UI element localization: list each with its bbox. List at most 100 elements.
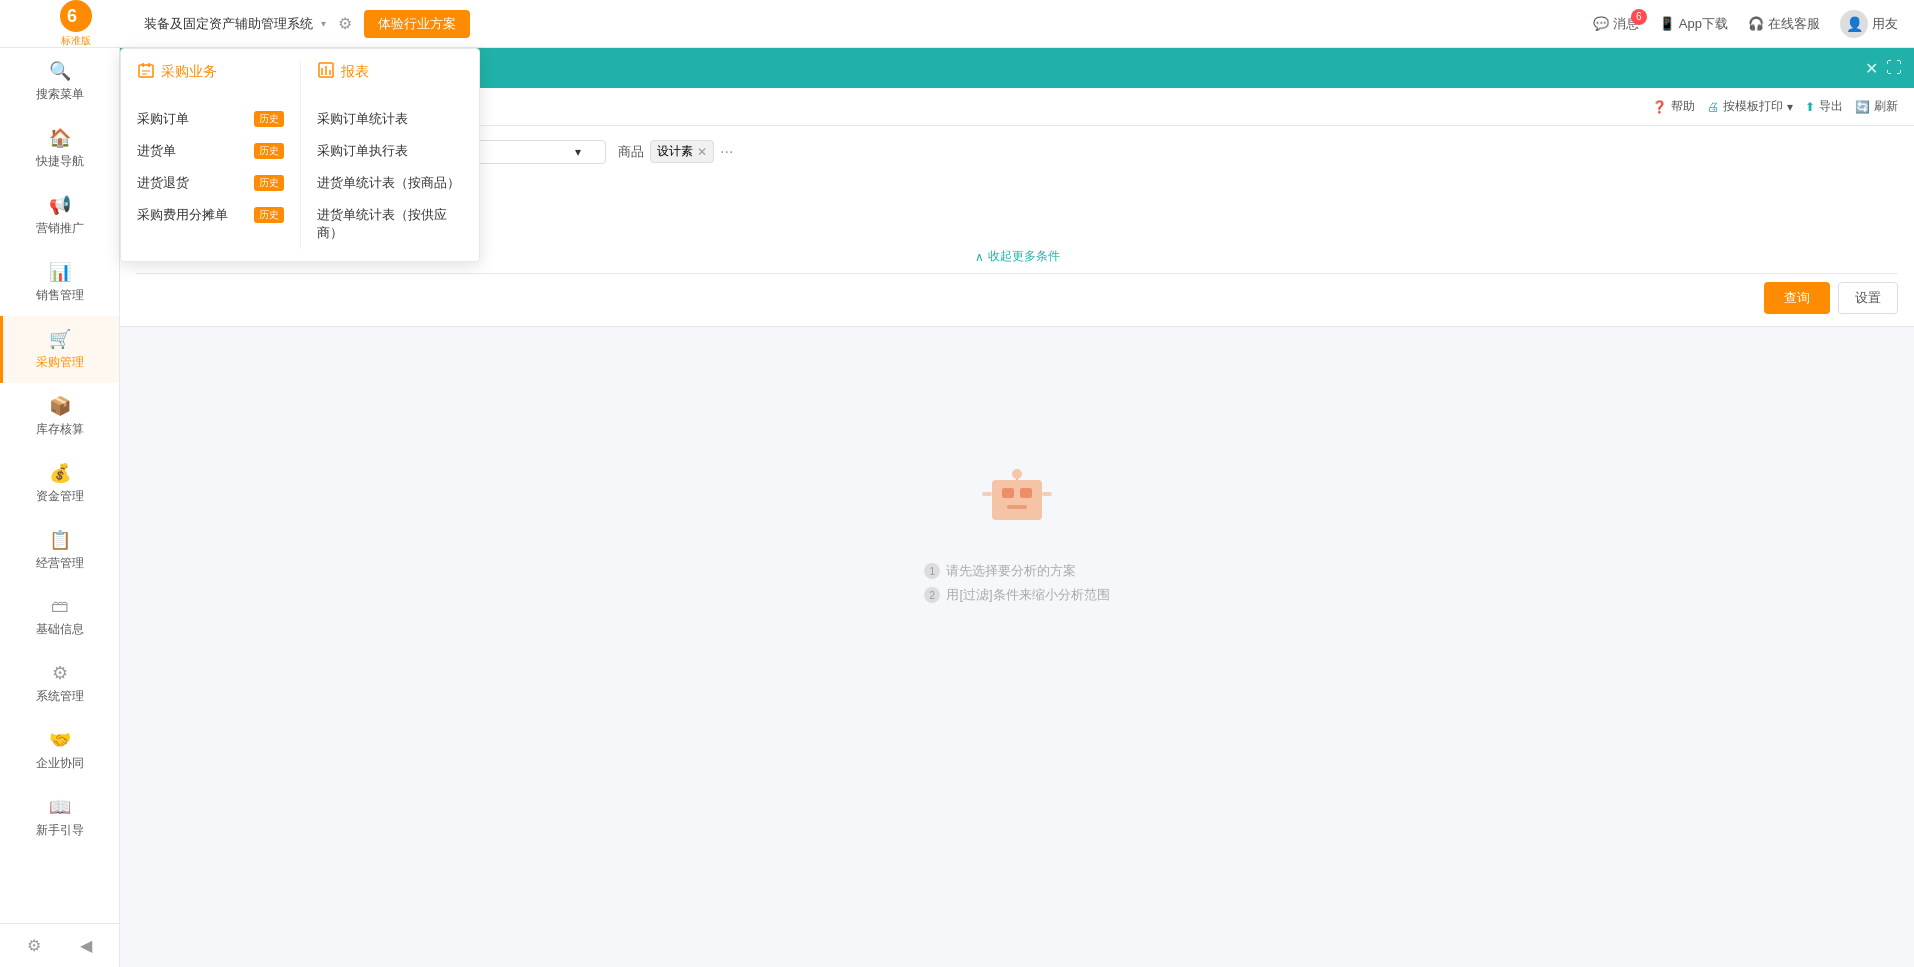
svg-rect-3: [1020, 488, 1032, 498]
sidebar-item-capital[interactable]: 💰 资金管理: [0, 450, 119, 517]
query-button[interactable]: 查询: [1764, 282, 1830, 314]
svg-rect-6: [1042, 492, 1052, 496]
basic-icon: 🗃: [51, 596, 69, 617]
svg-text:6: 6: [67, 6, 77, 26]
tip-num-1: 1: [924, 563, 940, 579]
industry-btn[interactable]: 体验行业方案: [364, 10, 470, 38]
logo-text: 标准版: [61, 34, 91, 48]
tip-num-2: 2: [924, 587, 940, 603]
tab-fullscreen-icon[interactable]: ⛶: [1886, 59, 1902, 77]
sidebar-collapse-btn[interactable]: ◀: [72, 932, 100, 959]
help-icon: ❓: [1652, 100, 1667, 114]
dropdown-item-expense[interactable]: 采购费用分摊单 历史: [137, 199, 284, 231]
app-download-action[interactable]: 📱 App下载: [1659, 15, 1728, 33]
user-action[interactable]: 👤 用友: [1840, 10, 1898, 38]
sidebar-item-marketing[interactable]: 📢 营销推广: [0, 182, 119, 249]
dropdown-menu: 采购业务 采购订单 历史 进货单 历史 进货退货 历史 采购费用分摊单 历史: [120, 48, 480, 262]
online-service-action[interactable]: 🎧 在线客服: [1748, 15, 1820, 33]
purchase-col-title: 采购业务: [137, 61, 284, 91]
svg-rect-4: [1007, 505, 1027, 509]
dropdown-overlay: 采购业务 采购订单 历史 进货单 历史 进货退货 历史 采购费用分摊单 历史: [120, 48, 480, 262]
message-icon: 💬: [1593, 16, 1609, 31]
collab-icon: 🤝: [49, 729, 71, 751]
purchase-business-col: 采购业务 采购订单 历史 进货单 历史 进货退货 历史 采购费用分摊单 历史: [121, 61, 300, 249]
settings-icon[interactable]: ⚙: [338, 14, 352, 33]
print-action[interactable]: 🖨 按模板打印 ▾: [1707, 98, 1793, 115]
system-icon: ⚙: [52, 662, 68, 684]
purchase-col-icon: [137, 61, 155, 83]
sidebar-item-sales[interactable]: 📊 销售管理: [0, 249, 119, 316]
sidebar-item-system[interactable]: ⚙ 系统管理: [0, 650, 119, 717]
dropdown-item-order-exec[interactable]: 采购订单执行表: [317, 135, 464, 167]
sidebar-item-collab[interactable]: 🤝 企业协同: [0, 717, 119, 784]
sidebar-item-basic[interactable]: 🗃 基础信息: [0, 584, 119, 650]
print-dropdown-icon: ▾: [1787, 100, 1793, 114]
report-col-icon: [317, 61, 335, 83]
dropdown-arrow-icon[interactable]: ▾: [321, 18, 326, 29]
sidebar-settings-btn[interactable]: ⚙: [19, 932, 49, 959]
headset-icon: 🎧: [1748, 16, 1764, 31]
sidebar-item-search[interactable]: 🔍 搜索菜单: [0, 48, 119, 115]
guide-icon: 📖: [49, 796, 71, 818]
dropdown-item-incoming-supplier[interactable]: 进货单统计表（按供应商）: [317, 199, 464, 249]
sidebar-item-guide[interactable]: 📖 新手引导: [0, 784, 119, 851]
report-col-title: 报表: [317, 61, 464, 91]
goods-tag-close[interactable]: ✕: [697, 145, 707, 159]
sidebar-item-nav[interactable]: 🏠 快捷导航: [0, 115, 119, 182]
collapse-icon: ∧: [975, 250, 984, 264]
settings-button[interactable]: 设置: [1838, 282, 1898, 314]
message-badge: 6: [1631, 9, 1647, 25]
avatar: 👤: [1840, 10, 1868, 38]
refresh-icon: 🔄: [1855, 100, 1870, 114]
dropdown-item-incoming[interactable]: 进货单 历史: [137, 135, 284, 167]
export-action[interactable]: ⬆ 导出: [1805, 98, 1843, 115]
dropdown-item-return[interactable]: 进货退货 历史: [137, 167, 284, 199]
svg-point-7: [1012, 469, 1022, 479]
marketing-icon: 📢: [49, 194, 71, 216]
search-icon: 🔍: [49, 60, 71, 82]
export-icon: ⬆: [1805, 100, 1815, 114]
sidebar-item-inventory[interactable]: 📦 库存核算: [0, 383, 119, 450]
history-badge-1: 历史: [254, 143, 284, 159]
history-badge-3: 历史: [254, 207, 284, 223]
goods-filter-group: 商品 设计素 ✕ ···: [618, 140, 733, 163]
dropdown-item-order-stat[interactable]: 采购订单统计表: [317, 103, 464, 135]
svg-rect-5: [982, 492, 992, 496]
dropdown-item-incoming-goods[interactable]: 进货单统计表（按商品）: [317, 167, 464, 199]
empty-state: 1 请先选择要分析的方案 2 用[过滤]条件来缩小分析范围: [120, 327, 1914, 727]
home-icon: 🏠: [49, 127, 71, 149]
phone-icon: 📱: [1659, 16, 1675, 31]
tab-close-all-icon[interactable]: ✕: [1865, 59, 1878, 78]
collapse-btn[interactable]: ∧ 收起更多条件: [975, 248, 1060, 265]
logo-icon: 6: [60, 0, 92, 32]
sales-icon: 📊: [49, 261, 71, 283]
system-title: 装备及固定资产辅助管理系统: [144, 15, 313, 33]
header-right: 💬 消息 6 📱 App下载 🎧 在线客服 👤 用友: [1593, 10, 1898, 38]
tab-bar-right: ✕ ⛶: [1865, 59, 1914, 78]
history-badge-0: 历史: [254, 111, 284, 127]
capital-icon: 💰: [49, 462, 71, 484]
logo-area: 6 标准版: [16, 0, 136, 48]
empty-icon: [967, 450, 1067, 550]
doc-status-dropdown-icon: ▾: [575, 145, 581, 159]
message-action[interactable]: 💬 消息 6: [1593, 15, 1639, 33]
dropdown-item-purchase-order[interactable]: 采购订单 历史: [137, 103, 284, 135]
empty-tip-1: 1 请先选择要分析的方案: [924, 562, 1109, 580]
goods-tag: 设计素 ✕: [650, 140, 714, 163]
sidebar-item-operation[interactable]: 📋 经营管理: [0, 517, 119, 584]
sidebar-item-purchase[interactable]: 🛒 采购管理: [0, 316, 119, 383]
empty-tips: 1 请先选择要分析的方案 2 用[过滤]条件来缩小分析范围: [924, 562, 1109, 604]
inventory-icon: 📦: [49, 395, 71, 417]
svg-rect-1: [992, 480, 1042, 520]
help-action[interactable]: ❓ 帮助: [1652, 98, 1695, 115]
svg-rect-2: [1002, 488, 1014, 498]
print-icon: 🖨: [1707, 100, 1719, 114]
top-header: 6 标准版 装备及固定资产辅助管理系统 ▾ ⚙ 体验行业方案 💬 消息 6 📱 …: [0, 0, 1914, 48]
filter-actions: 查询 设置: [136, 274, 1898, 314]
goods-filter-more[interactable]: ···: [720, 143, 733, 161]
operation-icon: 📋: [49, 529, 71, 551]
history-badge-2: 历史: [254, 175, 284, 191]
sidebar: 🔍 搜索菜单 🏠 快捷导航 📢 营销推广 📊 销售管理 🛒 采购管理 📦 库存核…: [0, 48, 120, 967]
refresh-action[interactable]: 🔄 刷新: [1855, 98, 1898, 115]
purchase-icon: 🛒: [49, 328, 71, 350]
